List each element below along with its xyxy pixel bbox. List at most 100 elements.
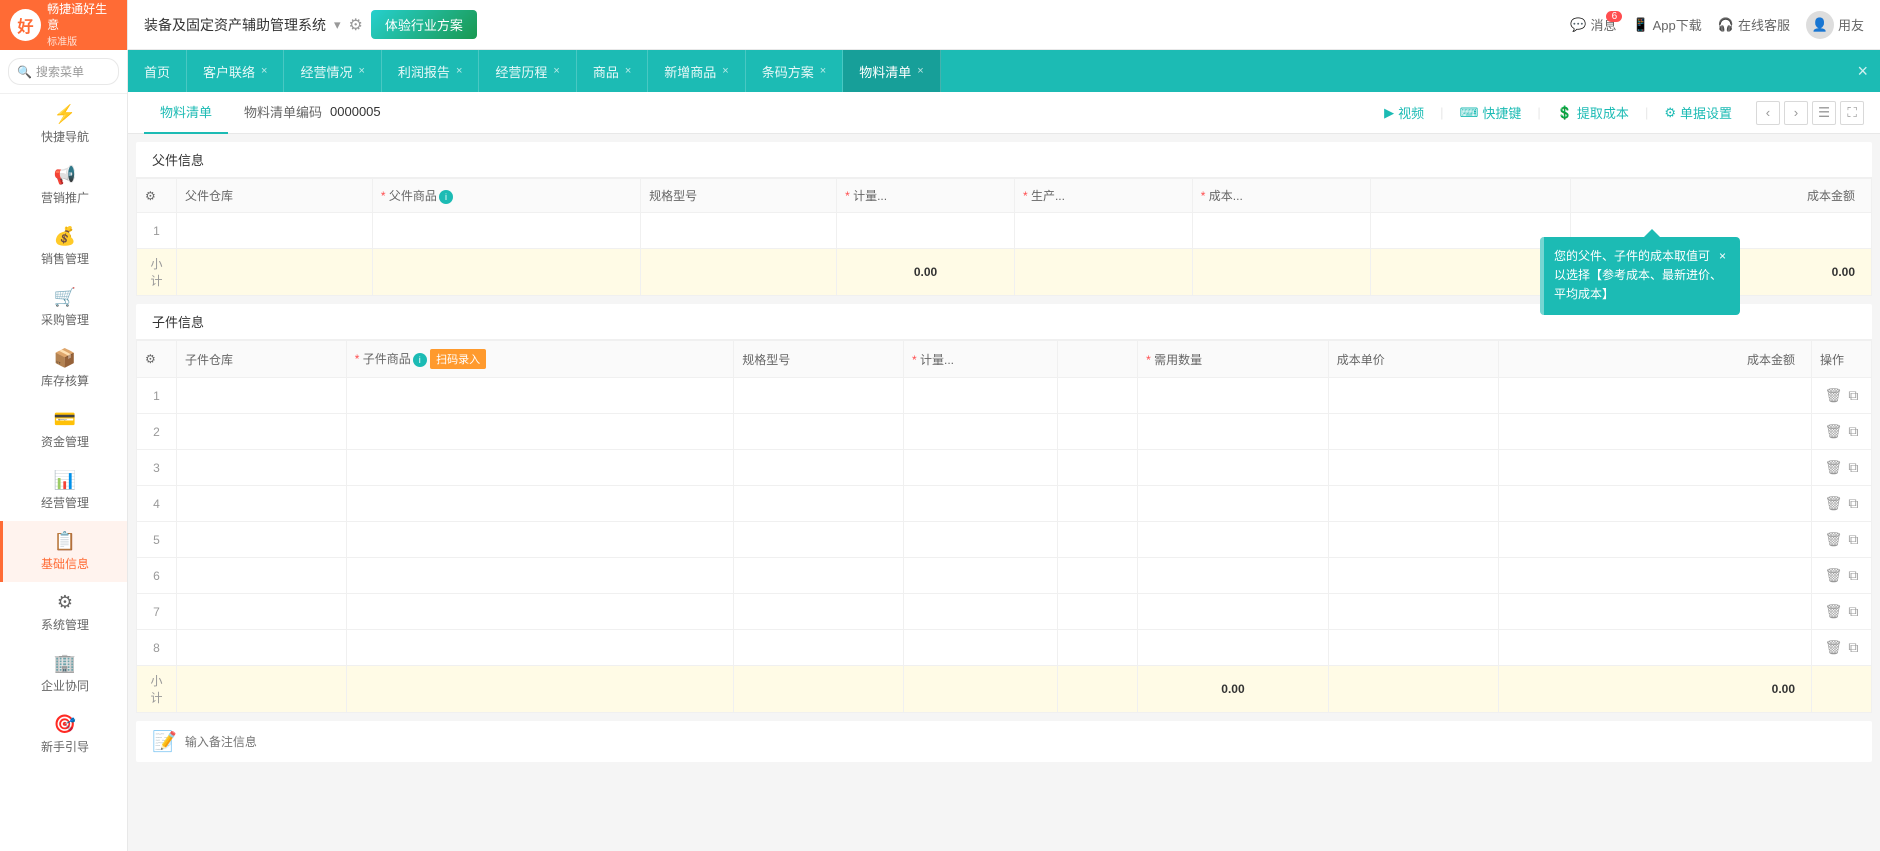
sub-tab-bom-list[interactable]: 物料清单	[144, 92, 228, 134]
child-quantity-5[interactable]	[1138, 522, 1329, 558]
sidebar-item-system[interactable]: ⚙ 系统管理	[0, 582, 127, 643]
child-goods-8[interactable]	[346, 630, 733, 666]
child-unit-price-2[interactable]	[1328, 414, 1498, 450]
sidebar-item-inventory[interactable]: 📦 库存核算	[0, 338, 127, 399]
child-unit-price-1[interactable]	[1328, 378, 1498, 414]
child-goods-3[interactable]	[346, 450, 733, 486]
nav-prev-button[interactable]: ‹	[1756, 101, 1780, 125]
tab-history-close[interactable]: ×	[553, 65, 559, 77]
child-unit-price-6[interactable]	[1328, 558, 1498, 594]
child-warehouse-6[interactable]	[177, 558, 347, 594]
tab-bom-close[interactable]: ×	[917, 65, 923, 77]
shortcut-action-button[interactable]: ⌨ 快捷键	[1460, 103, 1522, 122]
remarks-input[interactable]	[185, 735, 1856, 749]
child-unit-2[interactable]	[904, 414, 1058, 450]
settings-gear-icon[interactable]: ⚙	[349, 15, 363, 35]
tab-bom[interactable]: 物料清单 ×	[843, 50, 940, 92]
child-spec-1[interactable]	[734, 378, 904, 414]
trial-button[interactable]: 体验行业方案	[371, 10, 477, 39]
tab-barcode-close[interactable]: ×	[820, 65, 826, 77]
child-unit-8[interactable]	[904, 630, 1058, 666]
child-quantity-2[interactable]	[1138, 414, 1329, 450]
sidebar-item-quick-nav[interactable]: ⚡ 快捷导航	[0, 94, 127, 155]
parent-warehouse-cell[interactable]	[177, 213, 373, 249]
tab-profit[interactable]: 利润报告 ×	[382, 50, 479, 92]
tab-barcode[interactable]: 条码方案 ×	[746, 50, 843, 92]
child-unit-7[interactable]	[904, 594, 1058, 630]
child-unit-price-5[interactable]	[1328, 522, 1498, 558]
copy-icon-1[interactable]: ⧉	[1848, 387, 1858, 404]
child-unit-1[interactable]	[904, 378, 1058, 414]
copy-icon-7[interactable]: ⧉	[1848, 603, 1858, 620]
child-col-setting[interactable]: ⚙	[137, 341, 177, 378]
child-warehouse-1[interactable]	[177, 378, 347, 414]
child-spec-4[interactable]	[734, 486, 904, 522]
sidebar-item-sales[interactable]: 💰 销售管理	[0, 216, 127, 277]
online-support-button[interactable]: 🎧 在线客服	[1718, 15, 1790, 34]
tab-new-goods[interactable]: 新增商品 ×	[648, 50, 745, 92]
tab-profit-close[interactable]: ×	[456, 65, 462, 77]
child-goods-1[interactable]	[346, 378, 733, 414]
delete-icon-2[interactable]: 🗑	[1825, 423, 1843, 440]
scan-input-button[interactable]: 扫码录入	[430, 349, 486, 369]
child-unit-price-3[interactable]	[1328, 450, 1498, 486]
copy-icon-2[interactable]: ⧉	[1848, 423, 1858, 440]
copy-icon-3[interactable]: ⧉	[1848, 459, 1858, 476]
sidebar-item-purchase[interactable]: 🛒 采购管理	[0, 277, 127, 338]
child-unit-price-8[interactable]	[1328, 630, 1498, 666]
user-menu-button[interactable]: 👤 用友	[1806, 11, 1864, 39]
nav-menu-button[interactable]: ☰	[1812, 101, 1836, 125]
child-warehouse-4[interactable]	[177, 486, 347, 522]
tab-operations-status-close[interactable]: ×	[358, 65, 364, 77]
delete-icon-4[interactable]: 🗑	[1825, 495, 1843, 512]
child-quantity-1[interactable]	[1138, 378, 1329, 414]
copy-icon-8[interactable]: ⧉	[1848, 639, 1858, 656]
delete-icon-7[interactable]: 🗑	[1825, 603, 1843, 620]
child-quantity-6[interactable]	[1138, 558, 1329, 594]
child-quantity-3[interactable]	[1138, 450, 1329, 486]
child-quantity-7[interactable]	[1138, 594, 1329, 630]
settings-action-button[interactable]: ⚙ 单据设置	[1664, 103, 1732, 122]
delete-icon-1[interactable]: 🗑	[1825, 387, 1843, 404]
child-goods-4[interactable]	[346, 486, 733, 522]
child-spec-3[interactable]	[734, 450, 904, 486]
child-spec-5[interactable]	[734, 522, 904, 558]
child-goods-7[interactable]	[346, 594, 733, 630]
nav-expand-button[interactable]: ⛶	[1840, 101, 1864, 125]
child-unit-price-7[interactable]	[1328, 594, 1498, 630]
tab-goods[interactable]: 商品 ×	[577, 50, 648, 92]
child-unit-5[interactable]	[904, 522, 1058, 558]
child-spec-8[interactable]	[734, 630, 904, 666]
copy-icon-4[interactable]: ⧉	[1848, 495, 1858, 512]
dropdown-arrow-icon[interactable]: ▾	[334, 17, 341, 33]
child-unit-price-4[interactable]	[1328, 486, 1498, 522]
child-quantity-4[interactable]	[1138, 486, 1329, 522]
tab-operations-status[interactable]: 经营情况 ×	[284, 50, 381, 92]
parent-produce-cell[interactable]	[1014, 213, 1192, 249]
sidebar-item-operations[interactable]: 📊 经营管理	[0, 460, 127, 521]
parent-unit-cell[interactable]	[837, 213, 1015, 249]
child-unit-3[interactable]	[904, 450, 1058, 486]
tab-customer[interactable]: 客户联络 ×	[187, 50, 284, 92]
close-all-tabs-button[interactable]: ×	[1845, 50, 1880, 92]
child-warehouse-2[interactable]	[177, 414, 347, 450]
child-unit-4[interactable]	[904, 486, 1058, 522]
sidebar-item-enterprise[interactable]: 🏢 企业协同	[0, 643, 127, 704]
child-spec-7[interactable]	[734, 594, 904, 630]
child-quantity-8[interactable]	[1138, 630, 1329, 666]
delete-icon-8[interactable]: 🗑	[1825, 639, 1843, 656]
copy-icon-5[interactable]: ⧉	[1848, 531, 1858, 548]
parent-spec-cell[interactable]	[641, 213, 837, 249]
child-goods-2[interactable]	[346, 414, 733, 450]
parent-goods-cell[interactable]	[372, 213, 640, 249]
cost-action-button[interactable]: 💲 提取成本	[1557, 103, 1629, 122]
tab-customer-close[interactable]: ×	[261, 65, 267, 77]
sidebar-item-finance[interactable]: 💳 资金管理	[0, 399, 127, 460]
child-warehouse-3[interactable]	[177, 450, 347, 486]
child-warehouse-5[interactable]	[177, 522, 347, 558]
sub-tab-bom-code[interactable]: 物料清单编码 0000005	[228, 92, 397, 134]
child-goods-5[interactable]	[346, 522, 733, 558]
message-button[interactable]: 💬 消息 6	[1570, 15, 1616, 34]
child-spec-2[interactable]	[734, 414, 904, 450]
tooltip-close-button[interactable]: ×	[1719, 247, 1726, 266]
